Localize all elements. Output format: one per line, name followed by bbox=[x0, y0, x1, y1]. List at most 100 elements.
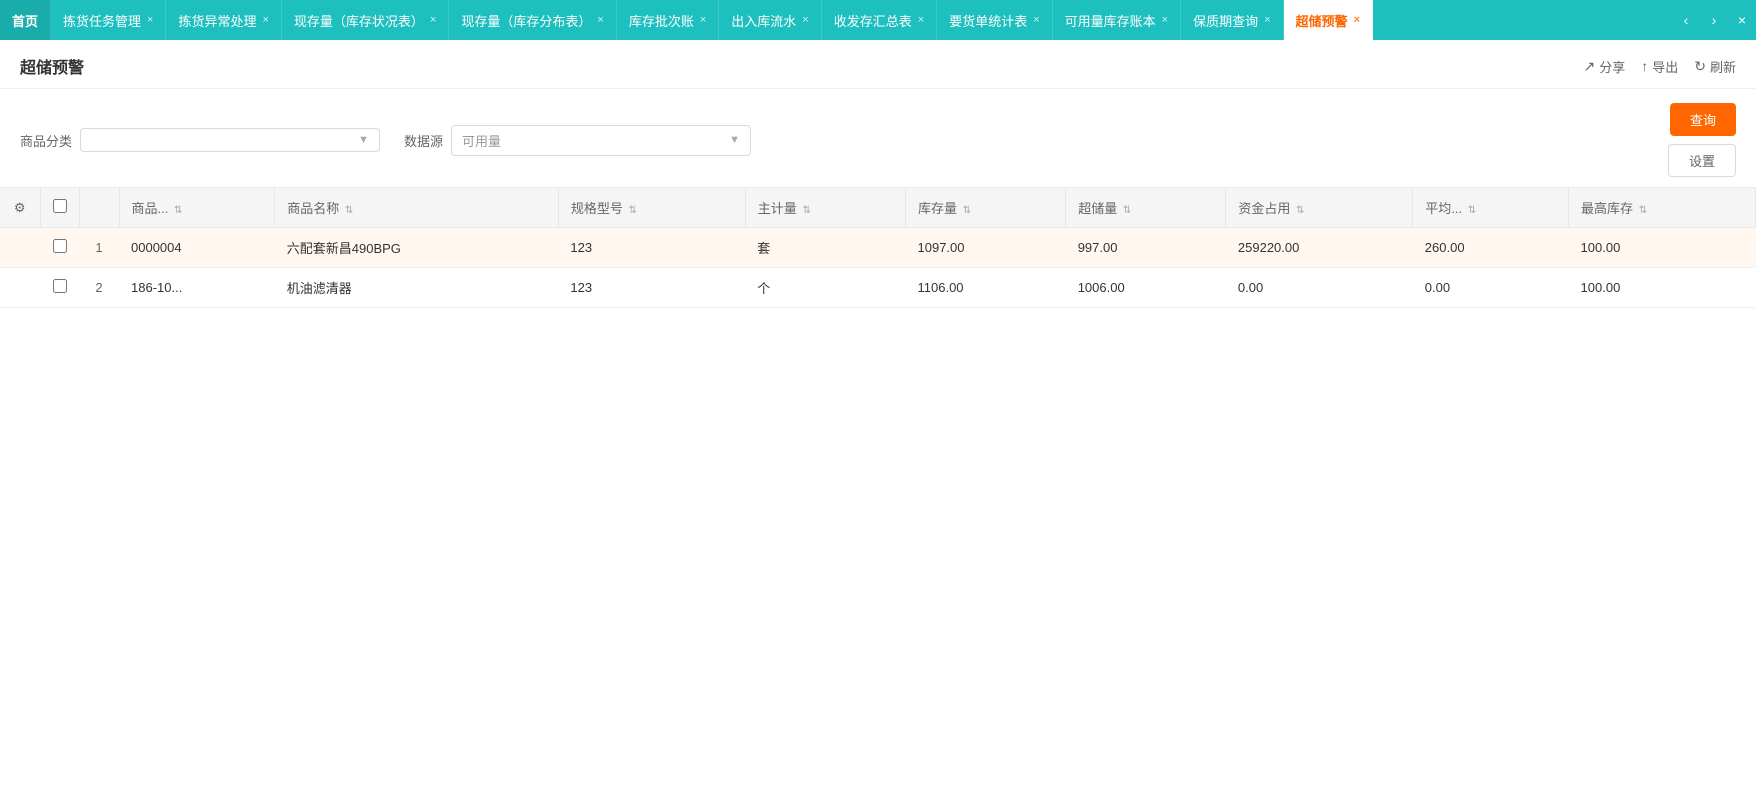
col-capital-used-label: 资金占用 bbox=[1238, 201, 1290, 216]
nav-item-expiry-query[interactable]: 保质期查询 × bbox=[1181, 0, 1283, 40]
table-body: 1 0000004 六配套新昌490BPG 123 套 1097.00 997.… bbox=[0, 228, 1756, 308]
export-label: 导出 bbox=[1652, 57, 1678, 76]
filter-row: 商品分类 ▼ 数据源 可用量 ▼ 查询 设置 bbox=[0, 89, 1756, 187]
page-header: 超储预警 ↗ 分享 ↑ 导出 ↻ 刷新 bbox=[0, 40, 1756, 89]
data-source-label: 数据源 bbox=[404, 131, 443, 150]
nav-label-expiry-query: 保质期查询 bbox=[1193, 11, 1258, 30]
sort-overstock[interactable]: ⇅ bbox=[1123, 205, 1131, 216]
nav-item-in-out-flow[interactable]: 出入库流水 × bbox=[719, 0, 821, 40]
row-gear-0[interactable] bbox=[0, 228, 40, 268]
nav-close-available-stock[interactable]: × bbox=[1162, 14, 1168, 26]
row-max-stock-1: 100.00 bbox=[1569, 268, 1756, 308]
sort-unit[interactable]: ⇅ bbox=[802, 205, 810, 216]
col-unit[interactable]: 主计量 ⇅ bbox=[745, 188, 905, 228]
table-container: ⚙ 商品... ⇅ 商品名称 ⇅ 规格型号 bbox=[0, 187, 1756, 308]
col-overstock[interactable]: 超储量 ⇅ bbox=[1066, 188, 1226, 228]
nav-label-pick-task: 拣货任务管理 bbox=[63, 11, 141, 30]
nav-close-recv-send[interactable]: × bbox=[918, 14, 924, 26]
nav-close-expiry-query[interactable]: × bbox=[1264, 14, 1270, 26]
col-product-code[interactable]: 商品... ⇅ bbox=[119, 188, 275, 228]
nav-item-stock-dist[interactable]: 现存量（库存分布表） × bbox=[449, 0, 616, 40]
nav-close-order-stats[interactable]: × bbox=[1033, 14, 1039, 26]
nav-close-overstock[interactable]: × bbox=[1354, 14, 1360, 26]
nav-item-overstock[interactable]: 超储预警 × bbox=[1284, 0, 1373, 40]
col-num bbox=[79, 188, 119, 228]
product-category-arrow: ▼ bbox=[358, 134, 369, 146]
nav-close-in-out-flow[interactable]: × bbox=[802, 14, 808, 26]
col-unit-label: 主计量 bbox=[758, 201, 797, 216]
nav-right-arrow[interactable]: › bbox=[1700, 0, 1728, 40]
sort-product-code[interactable]: ⇅ bbox=[174, 205, 182, 216]
export-button[interactable]: ↑ 导出 bbox=[1641, 57, 1678, 76]
row-select-1[interactable] bbox=[53, 279, 67, 293]
page-content: 超储预警 ↗ 分享 ↑ 导出 ↻ 刷新 商品分类 ▼ 数据源 bbox=[0, 40, 1756, 800]
nav-item-home[interactable]: 首页 bbox=[0, 0, 51, 40]
nav-left-arrow[interactable]: ‹ bbox=[1672, 0, 1700, 40]
row-avg-1: 0.00 bbox=[1413, 268, 1569, 308]
nav-close-batch-ledger[interactable]: × bbox=[700, 14, 706, 26]
data-source-select[interactable]: 可用量 ▼ bbox=[451, 125, 751, 156]
nav-close-stock-status[interactable]: × bbox=[430, 14, 436, 26]
row-select-0[interactable] bbox=[53, 239, 67, 253]
nav-item-pick-task[interactable]: 拣货任务管理 × bbox=[51, 0, 166, 40]
sort-avg[interactable]: ⇅ bbox=[1468, 205, 1476, 216]
table-header-row: ⚙ 商品... ⇅ 商品名称 ⇅ 规格型号 bbox=[0, 188, 1756, 228]
col-max-stock[interactable]: 最高库存 ⇅ bbox=[1569, 188, 1756, 228]
nav-close-stock-dist[interactable]: × bbox=[597, 14, 603, 26]
col-stock[interactable]: 库存量 ⇅ bbox=[906, 188, 1066, 228]
col-overstock-label: 超储量 bbox=[1078, 201, 1117, 216]
col-capital-used[interactable]: 资金占用 ⇅ bbox=[1226, 188, 1413, 228]
row-product-name-0: 六配套新昌490BPG bbox=[275, 228, 559, 268]
sort-product-name[interactable]: ⇅ bbox=[345, 205, 353, 216]
row-capital-used-0: 259220.00 bbox=[1226, 228, 1413, 268]
row-checkbox-0 bbox=[40, 228, 79, 268]
refresh-icon: ↻ bbox=[1694, 58, 1706, 75]
row-overstock-1: 1006.00 bbox=[1066, 268, 1226, 308]
nav-item-recv-send[interactable]: 收发存汇总表 × bbox=[822, 0, 937, 40]
row-product-code-0: 0000004 bbox=[119, 228, 275, 268]
row-num-1: 2 bbox=[79, 268, 119, 308]
nav-item-batch-ledger[interactable]: 库存批次账 × bbox=[617, 0, 719, 40]
product-category-select[interactable]: ▼ bbox=[80, 128, 380, 152]
row-gear-1[interactable] bbox=[0, 268, 40, 308]
nav-label-batch-ledger: 库存批次账 bbox=[629, 11, 694, 30]
col-gear[interactable]: ⚙ bbox=[0, 188, 40, 228]
nav-label-recv-send: 收发存汇总表 bbox=[834, 11, 912, 30]
nav-close-pick-task[interactable]: × bbox=[147, 14, 153, 26]
nav-item-order-stats[interactable]: 要货单统计表 × bbox=[937, 0, 1052, 40]
nav-item-stock-status[interactable]: 现存量（库存状况表） × bbox=[282, 0, 449, 40]
gear-icon: ⚙ bbox=[14, 200, 26, 215]
nav-label-home: 首页 bbox=[12, 11, 38, 30]
sort-spec[interactable]: ⇅ bbox=[629, 205, 637, 216]
nav-close-pick-exception[interactable]: × bbox=[262, 14, 268, 26]
refresh-button[interactable]: ↻ 刷新 bbox=[1694, 57, 1736, 76]
nav-item-pick-exception[interactable]: 拣货异常处理 × bbox=[166, 0, 281, 40]
share-button[interactable]: ↗ 分享 bbox=[1583, 57, 1625, 76]
col-spec[interactable]: 规格型号 ⇅ bbox=[558, 188, 745, 228]
col-product-name[interactable]: 商品名称 ⇅ bbox=[275, 188, 559, 228]
refresh-label: 刷新 bbox=[1710, 57, 1736, 76]
sort-stock[interactable]: ⇅ bbox=[963, 205, 971, 216]
table-row: 2 186-10... 机油滤清器 123 个 1106.00 1006.00 … bbox=[0, 268, 1756, 308]
nav-item-available-stock[interactable]: 可用量库存账本 × bbox=[1053, 0, 1181, 40]
select-all-checkbox[interactable] bbox=[53, 199, 67, 213]
header-actions: ↗ 分享 ↑ 导出 ↻ 刷新 bbox=[1583, 57, 1736, 76]
nav-label-available-stock: 可用量库存账本 bbox=[1065, 11, 1156, 30]
product-category-label: 商品分类 bbox=[20, 131, 72, 150]
settings-button[interactable]: 设置 bbox=[1668, 144, 1736, 177]
share-label: 分享 bbox=[1599, 57, 1625, 76]
row-spec-0: 123 bbox=[558, 228, 745, 268]
nav-label-in-out-flow: 出入库流水 bbox=[731, 11, 796, 30]
col-avg[interactable]: 平均... ⇅ bbox=[1413, 188, 1569, 228]
col-product-code-label: 商品... bbox=[132, 201, 169, 216]
nav-close-all[interactable]: × bbox=[1728, 0, 1756, 40]
sort-capital-used[interactable]: ⇅ bbox=[1296, 205, 1304, 216]
row-unit-1: 个 bbox=[745, 268, 905, 308]
row-product-code-1: 186-10... bbox=[119, 268, 275, 308]
table-row: 1 0000004 六配套新昌490BPG 123 套 1097.00 997.… bbox=[0, 228, 1756, 268]
nav-label-order-stats: 要货单统计表 bbox=[949, 11, 1027, 30]
col-product-name-label: 商品名称 bbox=[287, 201, 339, 216]
query-button[interactable]: 查询 bbox=[1670, 103, 1736, 136]
sort-max-stock[interactable]: ⇅ bbox=[1639, 205, 1647, 216]
col-max-stock-label: 最高库存 bbox=[1581, 201, 1633, 216]
